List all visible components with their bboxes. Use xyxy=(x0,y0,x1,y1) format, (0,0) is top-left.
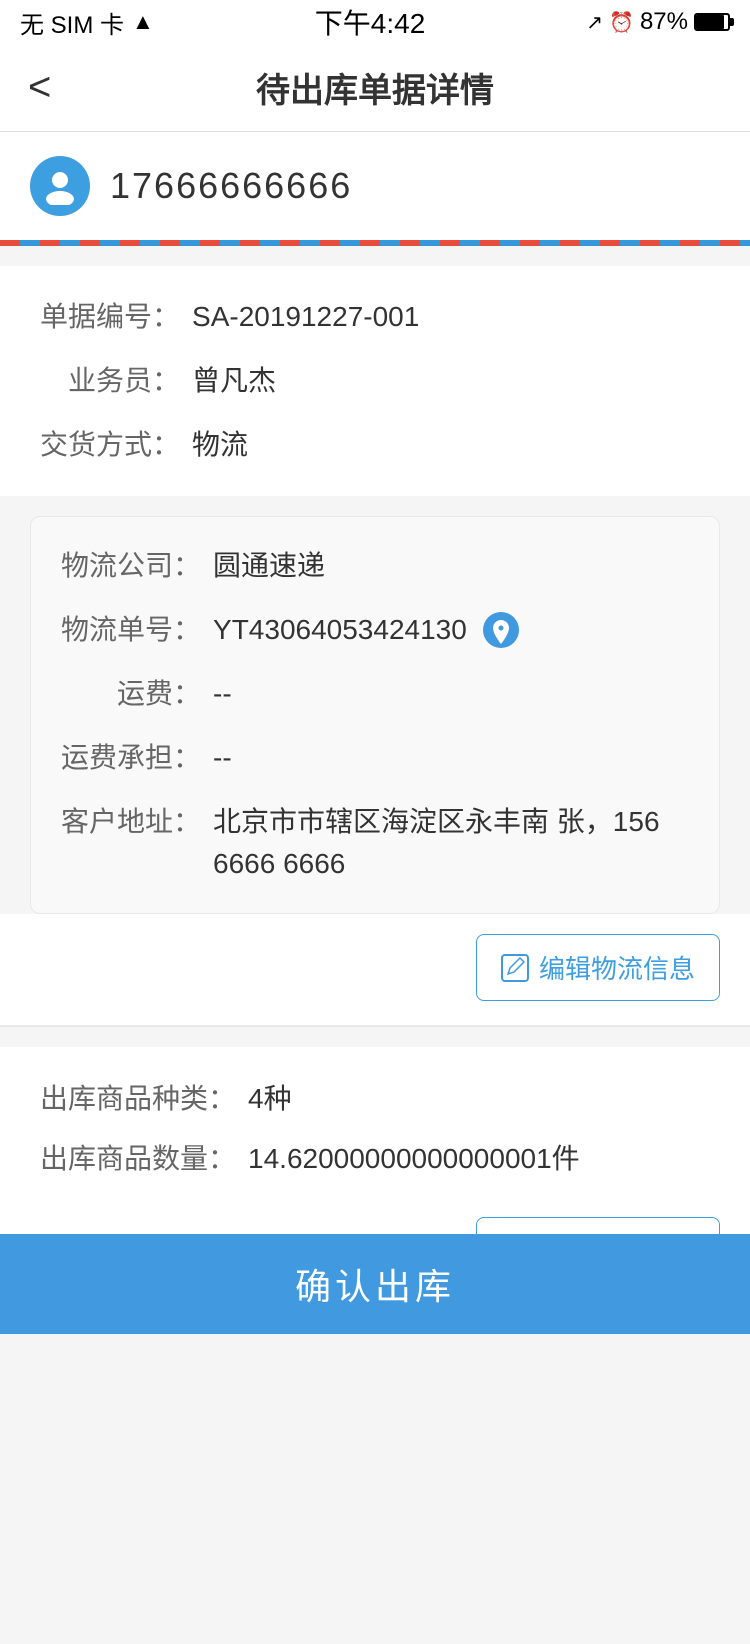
freight-value: -- xyxy=(213,673,689,715)
logistics-company-value: 圆通速递 xyxy=(213,545,689,587)
nav-bar: < 待出库单据详情 xyxy=(0,44,750,132)
delivery-label: 交货方式： xyxy=(40,424,180,466)
alarm-icon: ⏰ xyxy=(609,10,634,35)
order-number-value: SA-20191227-001 xyxy=(192,296,710,338)
goods-types-value: 4种 xyxy=(248,1077,292,1117)
tracking-row: 物流单号： YT43064053424130 xyxy=(61,609,689,651)
goods-types-label: 出库商品种类： xyxy=(40,1077,236,1117)
page-title: 待出库单据详情 xyxy=(256,63,494,112)
goods-quantity-value: 14.62000000000000001件 xyxy=(248,1137,580,1177)
wifi-icon: ▲ xyxy=(132,9,154,35)
address-value: 北京市市辖区海淀区永丰南 张，156 6666 6666 xyxy=(213,801,689,885)
battery-label: 87% xyxy=(640,8,688,36)
avatar xyxy=(30,156,90,216)
edit-logistics-wrap: 编辑物流信息 xyxy=(0,914,750,1025)
sim-label: 无 SIM 卡 xyxy=(20,5,124,40)
status-left: 无 SIM 卡 ▲ xyxy=(20,5,154,40)
freight-bearer-row: 运费承担： -- xyxy=(61,737,689,779)
battery-icon xyxy=(694,13,730,31)
section-divider xyxy=(0,1025,750,1027)
freight-bearer-label: 运费承担： xyxy=(61,737,201,779)
delivery-row: 交货方式： 物流 xyxy=(40,424,710,466)
staff-value: 曾凡杰 xyxy=(192,360,710,402)
order-number-label: 单据编号： xyxy=(40,296,180,338)
dashed-divider xyxy=(0,240,750,246)
goods-quantity-label: 出库商品数量： xyxy=(40,1137,236,1177)
user-phone: 17666666666 xyxy=(110,165,352,207)
order-info-section: 单据编号： SA-20191227-001 业务员： 曾凡杰 交货方式： 物流 xyxy=(0,266,750,496)
spacer xyxy=(0,1314,750,1534)
staff-label: 业务员： xyxy=(40,360,180,402)
bottom-area: 确认出库 xyxy=(0,1234,750,1334)
logistics-company-label: 物流公司： xyxy=(61,545,201,587)
delivery-value: 物流 xyxy=(192,424,710,466)
location-status-icon: ↗ xyxy=(586,10,603,35)
edit-icon xyxy=(501,954,529,982)
address-row: 客户地址： 北京市市辖区海淀区永丰南 张，156 6666 6666 xyxy=(61,801,689,885)
logistics-company-row: 物流公司： 圆通速递 xyxy=(61,545,689,587)
staff-row: 业务员： 曾凡杰 xyxy=(40,360,710,402)
freight-bearer-value: -- xyxy=(213,737,689,779)
user-card: 17666666666 xyxy=(0,132,750,240)
goods-quantity-row: 出库商品数量： 14.62000000000000001件 xyxy=(40,1137,710,1177)
order-number-row: 单据编号： SA-20191227-001 xyxy=(40,296,710,338)
status-right: ↗ ⏰ 87% xyxy=(586,8,730,36)
confirm-button[interactable]: 确认出库 xyxy=(0,1234,750,1334)
address-label: 客户地址： xyxy=(61,801,201,843)
tracking-label: 物流单号： xyxy=(61,609,201,651)
logistics-card: 物流公司： 圆通速递 物流单号： YT43064053424130 运费： --… xyxy=(30,516,720,914)
freight-label: 运费： xyxy=(61,673,201,715)
goods-section: 出库商品种类： 4种 出库商品数量： 14.62000000000000001件 xyxy=(0,1047,750,1207)
status-bar: 无 SIM 卡 ▲ 下午4:42 ↗ ⏰ 87% xyxy=(0,0,750,44)
back-button[interactable]: < xyxy=(28,65,51,110)
edit-logistics-button[interactable]: 编辑物流信息 xyxy=(476,934,720,1001)
status-time: 下午4:42 xyxy=(315,2,426,42)
map-pin-icon[interactable] xyxy=(483,612,519,648)
freight-row: 运费： -- xyxy=(61,673,689,715)
tracking-value: YT43064053424130 xyxy=(213,609,689,651)
goods-types-row: 出库商品种类： 4种 xyxy=(40,1077,710,1117)
